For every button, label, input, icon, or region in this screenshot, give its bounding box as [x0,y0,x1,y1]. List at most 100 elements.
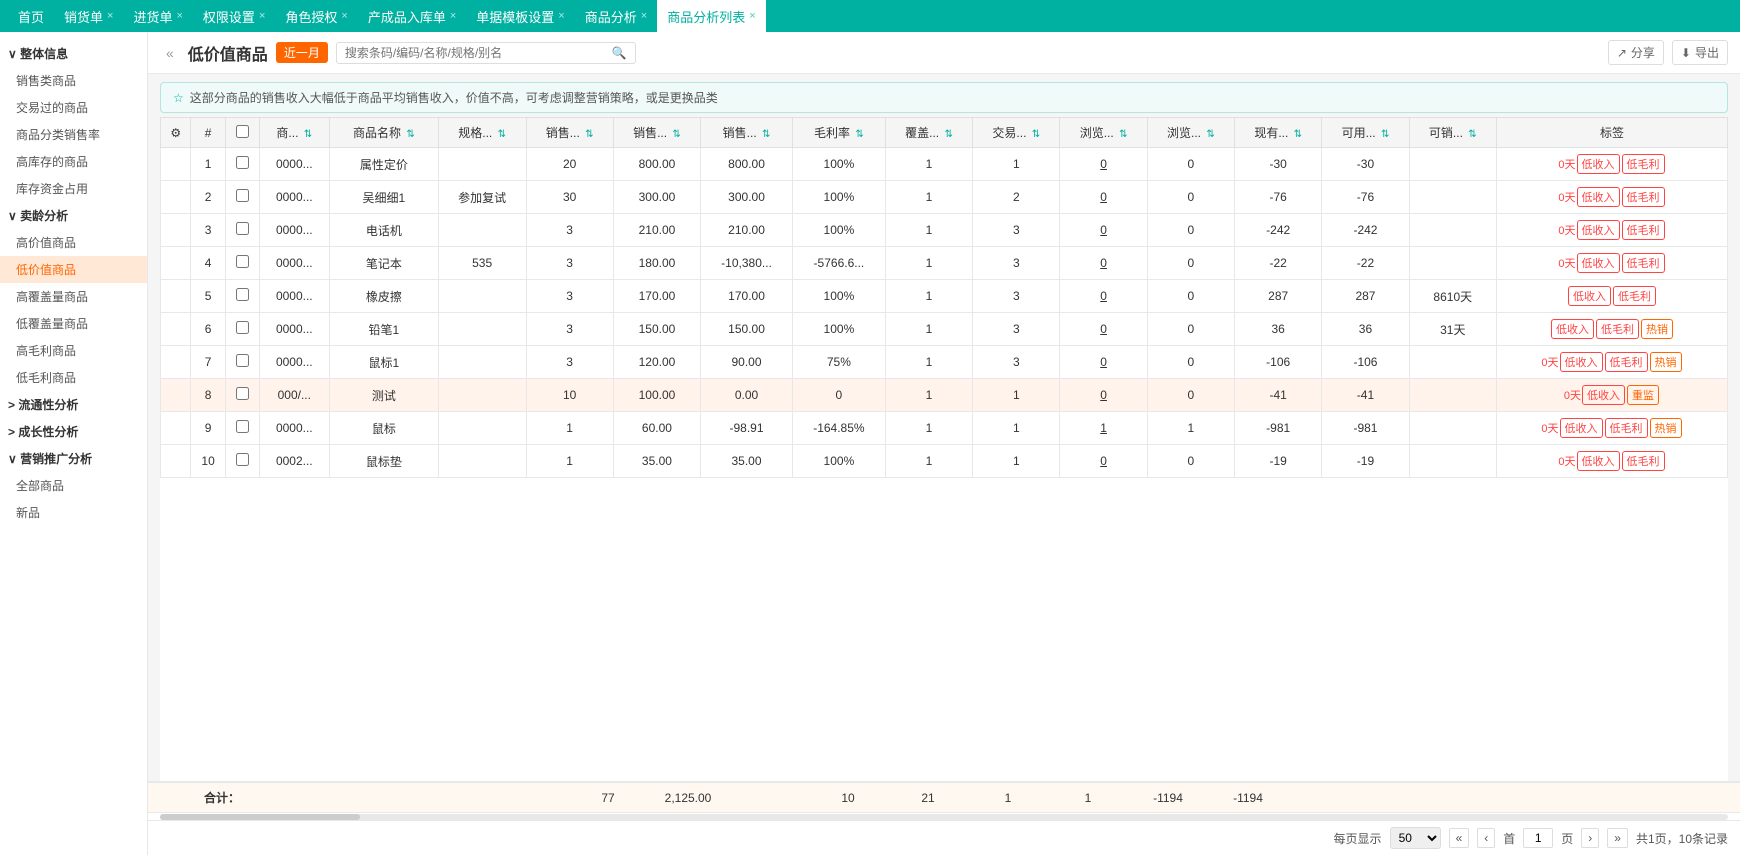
sidebar-item-capital[interactable]: 库存资金占用 [0,175,147,202]
td-checkbox[interactable] [225,214,259,247]
close-icon[interactable]: × [558,10,564,22]
th-avail[interactable]: 可用... ⇅ [1322,118,1409,148]
search-input[interactable] [345,46,608,60]
td-checkbox[interactable] [225,313,259,346]
td-checkbox[interactable] [225,280,259,313]
export-button[interactable]: ⬇ 导出 [1672,40,1728,65]
sidebar-group-growth[interactable]: > 成长性分析 [0,418,147,445]
nav-role-auth[interactable]: 角色授权 × [275,0,357,32]
th-stock[interactable]: 现有... ⇅ [1235,118,1322,148]
sidebar-item-low-margin[interactable]: 低毛利商品 [0,364,147,391]
th-code[interactable]: 商... ⇅ [259,118,329,148]
close-icon[interactable]: × [341,10,347,22]
scrollbar-thumb[interactable] [160,814,360,820]
row-checkbox[interactable] [236,156,249,169]
sidebar-item-high-coverage[interactable]: 高覆盖量商品 [0,283,147,310]
sidebar-item-low-value[interactable]: 低价值商品 [0,256,147,283]
td-checkbox[interactable] [225,148,259,181]
horizontal-scrollbar[interactable] [148,812,1740,820]
close-icon[interactable]: × [259,10,265,22]
row-checkbox[interactable] [236,420,249,433]
browse1-link[interactable]: 0 [1100,322,1107,336]
td-browse1[interactable]: 0 [1060,181,1147,214]
th-coverage[interactable]: 覆盖... ⇅ [885,118,972,148]
td-browse1[interactable]: 0 [1060,148,1147,181]
sidebar-group-flow[interactable]: > 流通性分析 [0,391,147,418]
sidebar-item-low-coverage[interactable]: 低覆盖量商品 [0,310,147,337]
row-checkbox[interactable] [236,387,249,400]
last-page-btn[interactable]: » [1607,828,1628,848]
row-checkbox[interactable] [236,255,249,268]
browse1-link[interactable]: 0 [1100,157,1107,171]
sidebar-item-high-margin[interactable]: 高毛利商品 [0,337,147,364]
row-checkbox[interactable] [236,222,249,235]
browse1-link[interactable]: 1 [1100,421,1107,435]
browse1-link[interactable]: 0 [1100,355,1107,369]
search-icon[interactable]: 🔍 [612,46,627,60]
th-trade[interactable]: 交易... ⇅ [973,118,1060,148]
close-icon[interactable]: × [450,10,456,22]
td-checkbox[interactable] [225,346,259,379]
collapse-sidebar-btn[interactable]: « [160,43,180,63]
row-checkbox[interactable] [236,453,249,466]
th-settings[interactable]: ⚙ [161,118,191,148]
td-checkbox[interactable] [225,379,259,412]
th-browse2[interactable]: 浏览... ⇅ [1147,118,1234,148]
nav-sales[interactable]: 销货单 × [54,0,123,32]
th-sales1[interactable]: 销售... ⇅ [526,118,613,148]
th-saleable[interactable]: 可销... ⇅ [1409,118,1496,148]
sidebar-group-age[interactable]: ∨ 卖龄分析 [0,202,147,229]
row-checkbox[interactable] [236,288,249,301]
th-margin[interactable]: 毛利率 ⇅ [792,118,885,148]
nav-home[interactable]: 首页 [8,0,54,32]
nav-template[interactable]: 单据模板设置 × [466,0,574,32]
sidebar-item-traded-goods[interactable]: 交易过的商品 [0,94,147,121]
nav-permissions[interactable]: 权限设置 × [193,0,275,32]
th-checkbox[interactable] [225,118,259,148]
select-all-checkbox[interactable] [236,125,249,138]
close-icon[interactable]: × [107,10,113,22]
sidebar-item-high-inventory[interactable]: 高库存的商品 [0,148,147,175]
browse1-link[interactable]: 0 [1100,454,1107,468]
browse1-link[interactable]: 0 [1100,223,1107,237]
first-page-btn[interactable]: « [1449,828,1470,848]
td-browse1[interactable]: 0 [1060,445,1147,478]
th-sales3[interactable]: 销售... ⇅ [701,118,793,148]
th-spec[interactable]: 规格... ⇅ [438,118,526,148]
browse1-link[interactable]: 0 [1100,388,1107,402]
nav-goods-analysis[interactable]: 商品分析 × [575,0,657,32]
row-checkbox[interactable] [236,189,249,202]
sidebar-item-all-goods[interactable]: 全部商品 [0,472,147,499]
nav-goods-analysis-list[interactable]: 商品分析列表 × [657,0,765,32]
td-browse1[interactable]: 1 [1060,412,1147,445]
td-checkbox[interactable] [225,445,259,478]
sidebar-group-overall[interactable]: ∨ 整体信息 [0,40,147,67]
nav-product-in[interactable]: 产成品入库单 × [358,0,466,32]
close-icon[interactable]: × [749,10,755,22]
close-icon[interactable]: × [641,10,647,22]
share-button[interactable]: ↗ 分享 [1608,40,1664,65]
td-checkbox[interactable] [225,247,259,280]
td-checkbox[interactable] [225,412,259,445]
sidebar-item-sales-goods[interactable]: 销售类商品 [0,67,147,94]
td-browse1[interactable]: 0 [1060,313,1147,346]
td-browse1[interactable]: 0 [1060,214,1147,247]
th-sales2[interactable]: 销售... ⇅ [613,118,700,148]
td-browse1[interactable]: 0 [1060,346,1147,379]
nav-purchase[interactable]: 进货单 × [123,0,192,32]
browse1-link[interactable]: 0 [1100,190,1107,204]
td-browse1[interactable]: 0 [1060,280,1147,313]
td-checkbox[interactable] [225,181,259,214]
browse1-link[interactable]: 0 [1100,256,1107,270]
th-browse1[interactable]: 浏览... ⇅ [1060,118,1147,148]
page-input[interactable] [1523,828,1553,848]
sidebar-item-high-value[interactable]: 高价值商品 [0,229,147,256]
close-icon[interactable]: × [176,10,182,22]
th-name[interactable]: 商品名称 ⇅ [329,118,438,148]
browse1-link[interactable]: 0 [1100,289,1107,303]
prev-page-btn[interactable]: ‹ [1477,828,1495,848]
sidebar-group-marketing[interactable]: ∨ 营销推广分析 [0,445,147,472]
td-browse1[interactable]: 0 [1060,379,1147,412]
sidebar-item-category-sales[interactable]: 商品分类销售率 [0,121,147,148]
page-size-select[interactable]: 50 100 [1390,827,1441,849]
